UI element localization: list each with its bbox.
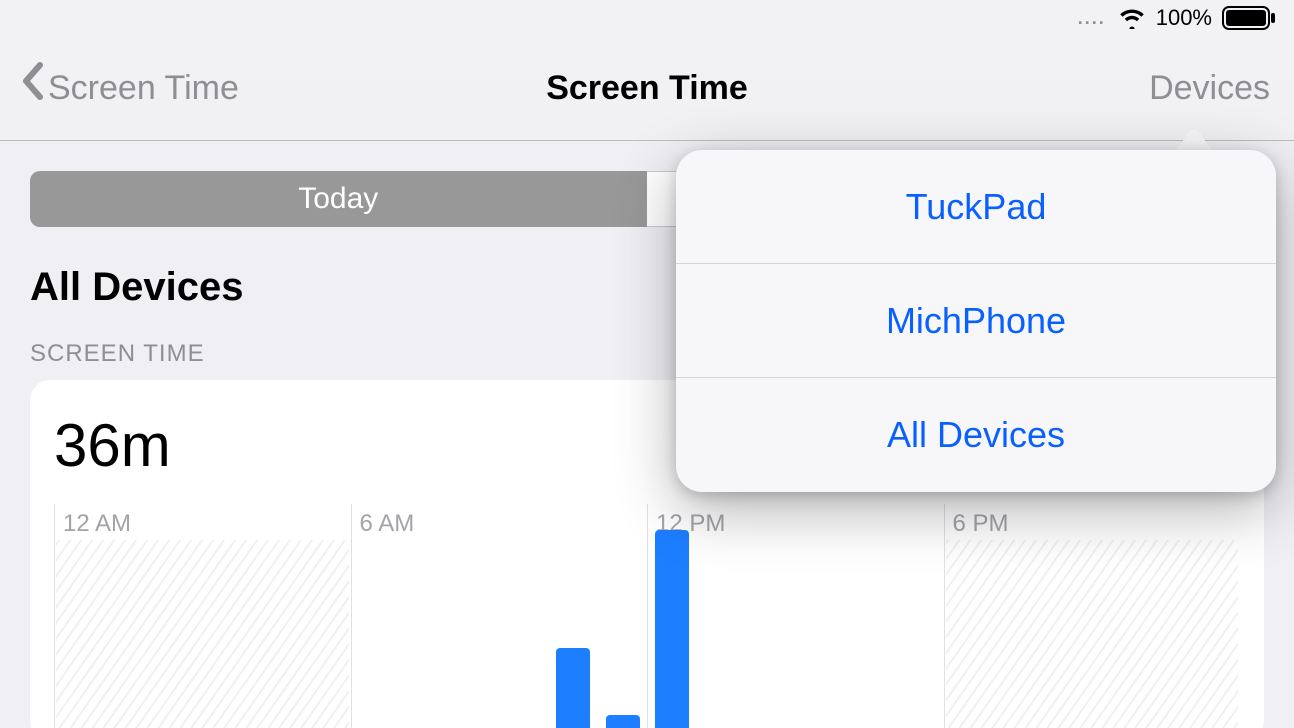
bar-11am	[606, 715, 640, 728]
back-button[interactable]: Screen Time	[20, 65, 239, 112]
back-label: Screen Time	[48, 69, 239, 108]
devices-button[interactable]: Devices	[1149, 69, 1270, 108]
popover-item-michphone[interactable]: MichPhone	[676, 264, 1276, 378]
chart-bars	[54, 530, 1240, 728]
cellular-dots-icon: ....	[1078, 8, 1106, 29]
page-title: Screen Time	[546, 69, 748, 108]
chevron-left-icon	[20, 61, 44, 112]
popover-item-all-devices[interactable]: All Devices	[676, 378, 1276, 492]
status-bar: .... 100%	[0, 0, 1294, 36]
bar-12pm	[655, 530, 689, 728]
popover-item-tuckpad[interactable]: TuckPad	[676, 150, 1276, 264]
tab-today[interactable]: Today	[30, 171, 647, 227]
total-time: 36m	[54, 416, 171, 476]
nav-bar: Screen Time Screen Time Devices	[0, 36, 1294, 141]
popover-arrow-icon	[1170, 128, 1218, 152]
battery-icon	[1222, 6, 1276, 30]
devices-popover[interactable]: TuckPad MichPhone All Devices	[676, 150, 1276, 492]
hourly-chart: 12 AM 6 AM 12 PM 6 PM	[54, 504, 1240, 728]
wifi-icon	[1118, 7, 1146, 29]
bar-10am	[556, 648, 590, 728]
battery-percent: 100%	[1156, 5, 1212, 31]
